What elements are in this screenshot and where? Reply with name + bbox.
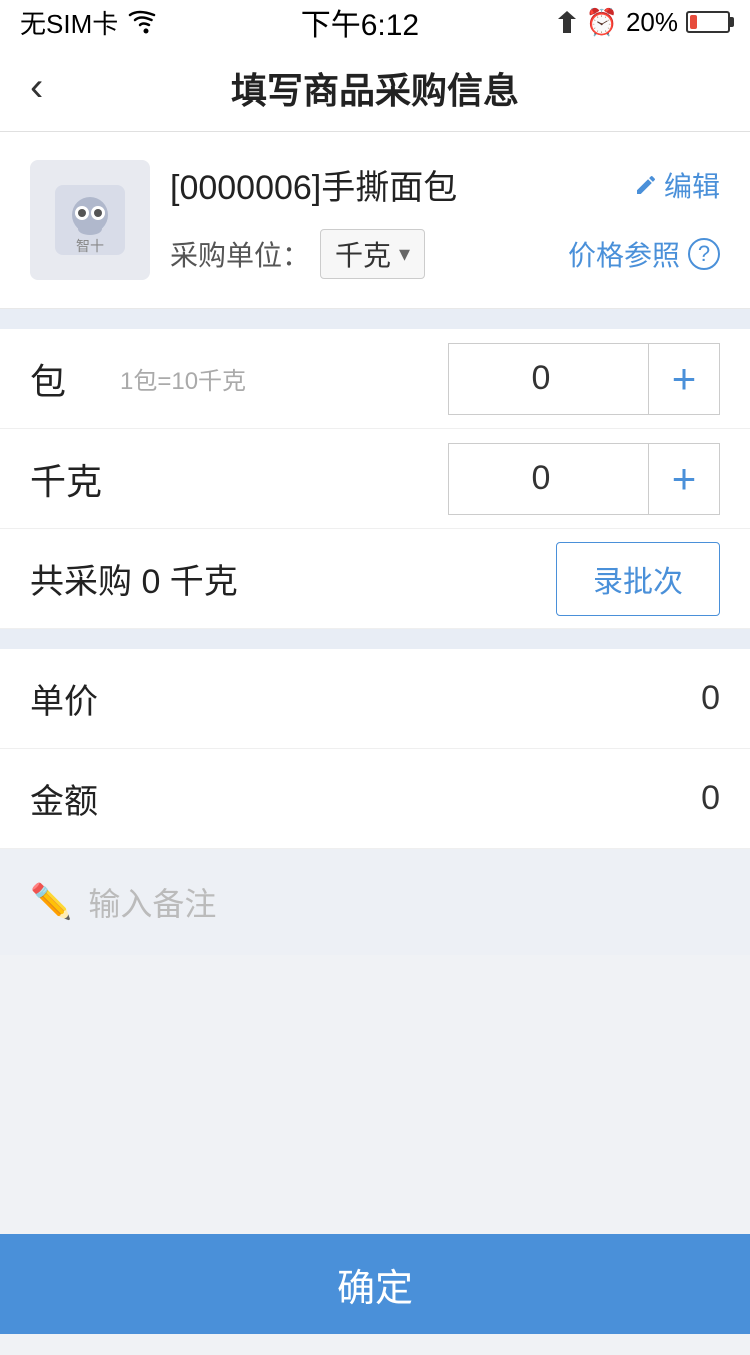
svg-text:智十: 智十 [76,238,104,254]
total-row: 共采购 0 千克 录批次 [0,529,750,629]
input-section: 包 1包=10千克 + 千克 + 共采购 0 千克 录批次 [0,329,750,629]
amount-value: 0 [701,779,720,818]
bag-row: 包 1包=10千克 + [0,329,750,429]
divider-1 [0,309,750,329]
unit-price-row: 单价 0 [0,649,750,749]
status-right: ⏰ 20% [556,7,730,38]
page-title: 填写商品采购信息 [231,62,519,114]
bag-input-wrap: + [448,343,720,415]
kg-row: 千克 + [0,429,750,529]
total-text: 共采购 0 千克 [30,554,238,603]
product-name: [0000006]手撕面包 [170,160,457,209]
question-icon: ? [688,238,720,270]
bag-label: 包 [30,353,110,405]
battery-percent: 20% [626,7,678,38]
battery-icon [686,11,730,33]
amount-label: 金额 [30,774,98,823]
status-bar: 无SIM卡 下午6:12 ⏰ 20% [0,0,750,44]
remark-section[interactable]: ✏️ 输入备注 [0,849,750,955]
carrier-text: 无SIM卡 [20,4,118,41]
unit-price-value: 0 [701,679,720,718]
unit-label: 采购单位： [170,234,310,274]
status-left: 无SIM卡 [20,4,164,41]
alarm-icon: ⏰ [586,7,618,38]
empty-space [0,955,750,1255]
kg-input[interactable] [448,443,648,515]
kg-plus-button[interactable]: + [648,443,720,515]
price-ref-label: 价格参照 [568,234,680,274]
remark-placeholder: 输入备注 [88,879,216,925]
confirm-button[interactable]: 确定 [0,1234,750,1334]
price-ref-button[interactable]: 价格参照 ? [568,234,720,274]
bag-sub-label: 1包=10千克 [120,361,448,396]
unit-select[interactable]: 千克 ▾ [320,229,425,279]
product-image: 智十 [30,160,150,280]
kg-input-wrap: + [448,443,720,515]
pencil-icon: ✏️ [30,882,72,922]
unit-row: 采购单位： 千克 ▾ 价格参照 ? [170,229,720,279]
info-section: 单价 0 金额 0 [0,649,750,849]
bag-plus-button[interactable]: + [648,343,720,415]
amount-row: 金额 0 [0,749,750,849]
kg-label: 千克 [30,453,110,505]
location-icon [556,9,578,35]
status-time: 下午6:12 [301,0,419,44]
edit-icon [634,173,658,197]
product-logo: 智十 [55,185,125,255]
edit-label: 编辑 [664,165,720,205]
back-button[interactable]: ‹ [30,65,43,110]
edit-button[interactable]: 编辑 [634,165,720,205]
wifi-icon [128,8,164,36]
unit-value: 千克 [335,234,391,274]
divider-2 [0,629,750,649]
unit-price-label: 单价 [30,674,98,723]
record-batch-button[interactable]: 录批次 [556,542,720,616]
chevron-down-icon: ▾ [399,241,410,267]
bag-input[interactable] [448,343,648,415]
product-header: [0000006]手撕面包 编辑 [170,160,720,209]
product-card: 智十 [0000006]手撕面包 编辑 采购单位： 千克 ▾ [0,132,750,309]
product-info: [0000006]手撕面包 编辑 采购单位： 千克 ▾ 价格 [170,160,720,279]
nav-bar: ‹ 填写商品采购信息 [0,44,750,132]
